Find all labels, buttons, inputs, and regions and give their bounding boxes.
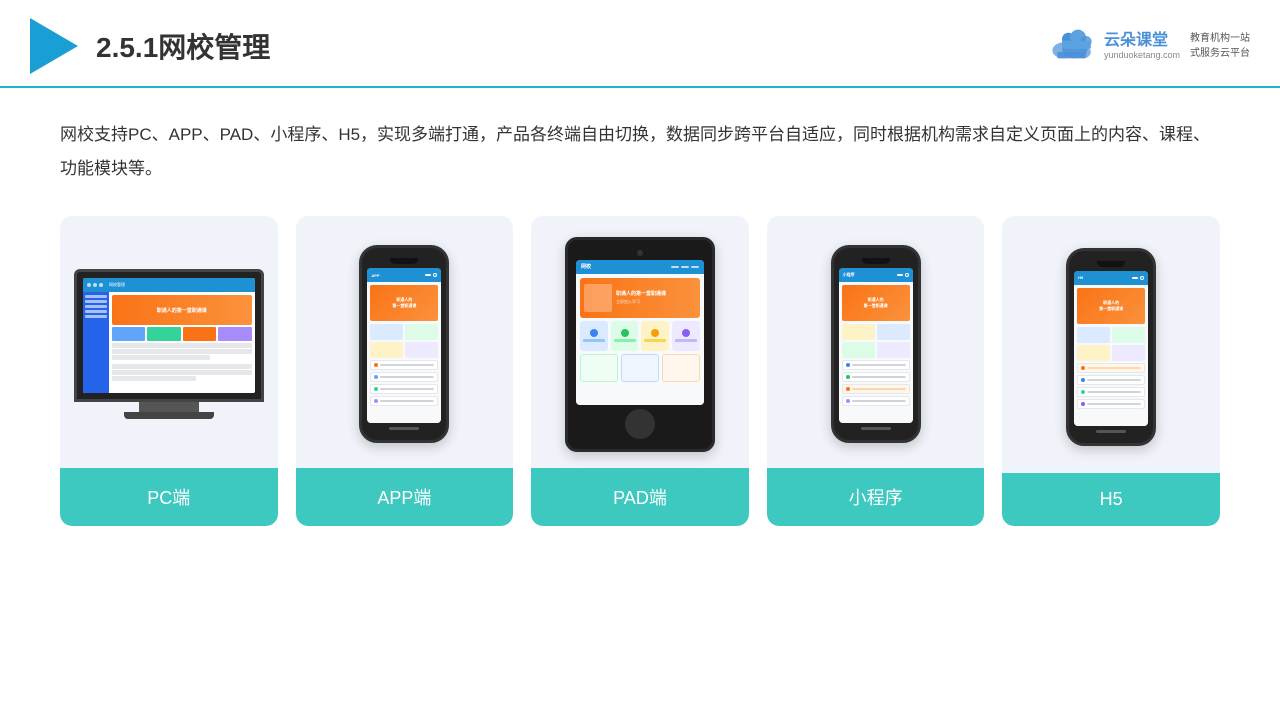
- card-app: APP 职通人的第一堂职通课: [296, 216, 514, 526]
- card-app-label: APP端: [296, 468, 514, 526]
- card-app-image: APP 职通人的第一堂职通课: [296, 216, 514, 468]
- description-content: 网校支持PC、APP、PAD、小程序、H5，实现多端打通，产品各终端自由切换，数…: [60, 125, 1210, 178]
- tablet-pad-mockup: 网校 职通人的第一堂职通课 立即加入学习: [565, 237, 715, 452]
- description-text: 网校支持PC、APP、PAD、小程序、H5，实现多端打通，产品各终端自由切换，数…: [0, 88, 1280, 196]
- brand-url-text: yunduoketang.com: [1104, 50, 1180, 61]
- brand-slogan-text: 教育机构一站 式服务云平台: [1190, 31, 1250, 61]
- card-miniapp-label: 小程序: [767, 468, 985, 526]
- brand-text-block: 云朵课堂 yunduoketang.com: [1104, 31, 1180, 61]
- card-h5: H5 职通人的第一堂职通课: [1002, 216, 1220, 526]
- card-h5-image: H5 职通人的第一堂职通课: [1002, 216, 1220, 473]
- logo-triangle-icon: [30, 18, 78, 74]
- card-pad-label: PAD端: [531, 468, 749, 526]
- phone-app-mockup: APP 职通人的第一堂职通课: [359, 245, 449, 443]
- card-pad-image: 网校 职通人的第一堂职通课 立即加入学习: [531, 216, 749, 468]
- pc-monitor-mockup: 网校管理: [74, 269, 264, 419]
- page-header: 2.5.1网校管理 云朵课堂 yunduoketang.com 教育机构一站 式…: [0, 0, 1280, 88]
- card-pc-image: 网校管理: [60, 216, 278, 468]
- cards-container: 网校管理: [0, 196, 1280, 556]
- header-left: 2.5.1网校管理: [30, 18, 270, 74]
- page-title: 2.5.1网校管理: [96, 26, 270, 66]
- cloud-icon: [1046, 28, 1094, 64]
- card-pc: 网校管理: [60, 216, 278, 526]
- brand-name-text: 云朵课堂: [1104, 31, 1168, 50]
- card-pc-label: PC端: [60, 468, 278, 526]
- card-miniapp-image: 小程序 职通人的第一堂职通课: [767, 216, 985, 468]
- phone-miniapp-mockup: 小程序 职通人的第一堂职通课: [831, 245, 921, 443]
- phone-h5-mockup: H5 职通人的第一堂职通课: [1066, 248, 1156, 446]
- card-h5-label: H5: [1002, 473, 1220, 526]
- header-right: 云朵课堂 yunduoketang.com 教育机构一站 式服务云平台: [1046, 28, 1250, 64]
- card-pad: 网校 职通人的第一堂职通课 立即加入学习: [531, 216, 749, 526]
- card-miniapp: 小程序 职通人的第一堂职通课: [767, 216, 985, 526]
- brand-logo: [1046, 28, 1094, 64]
